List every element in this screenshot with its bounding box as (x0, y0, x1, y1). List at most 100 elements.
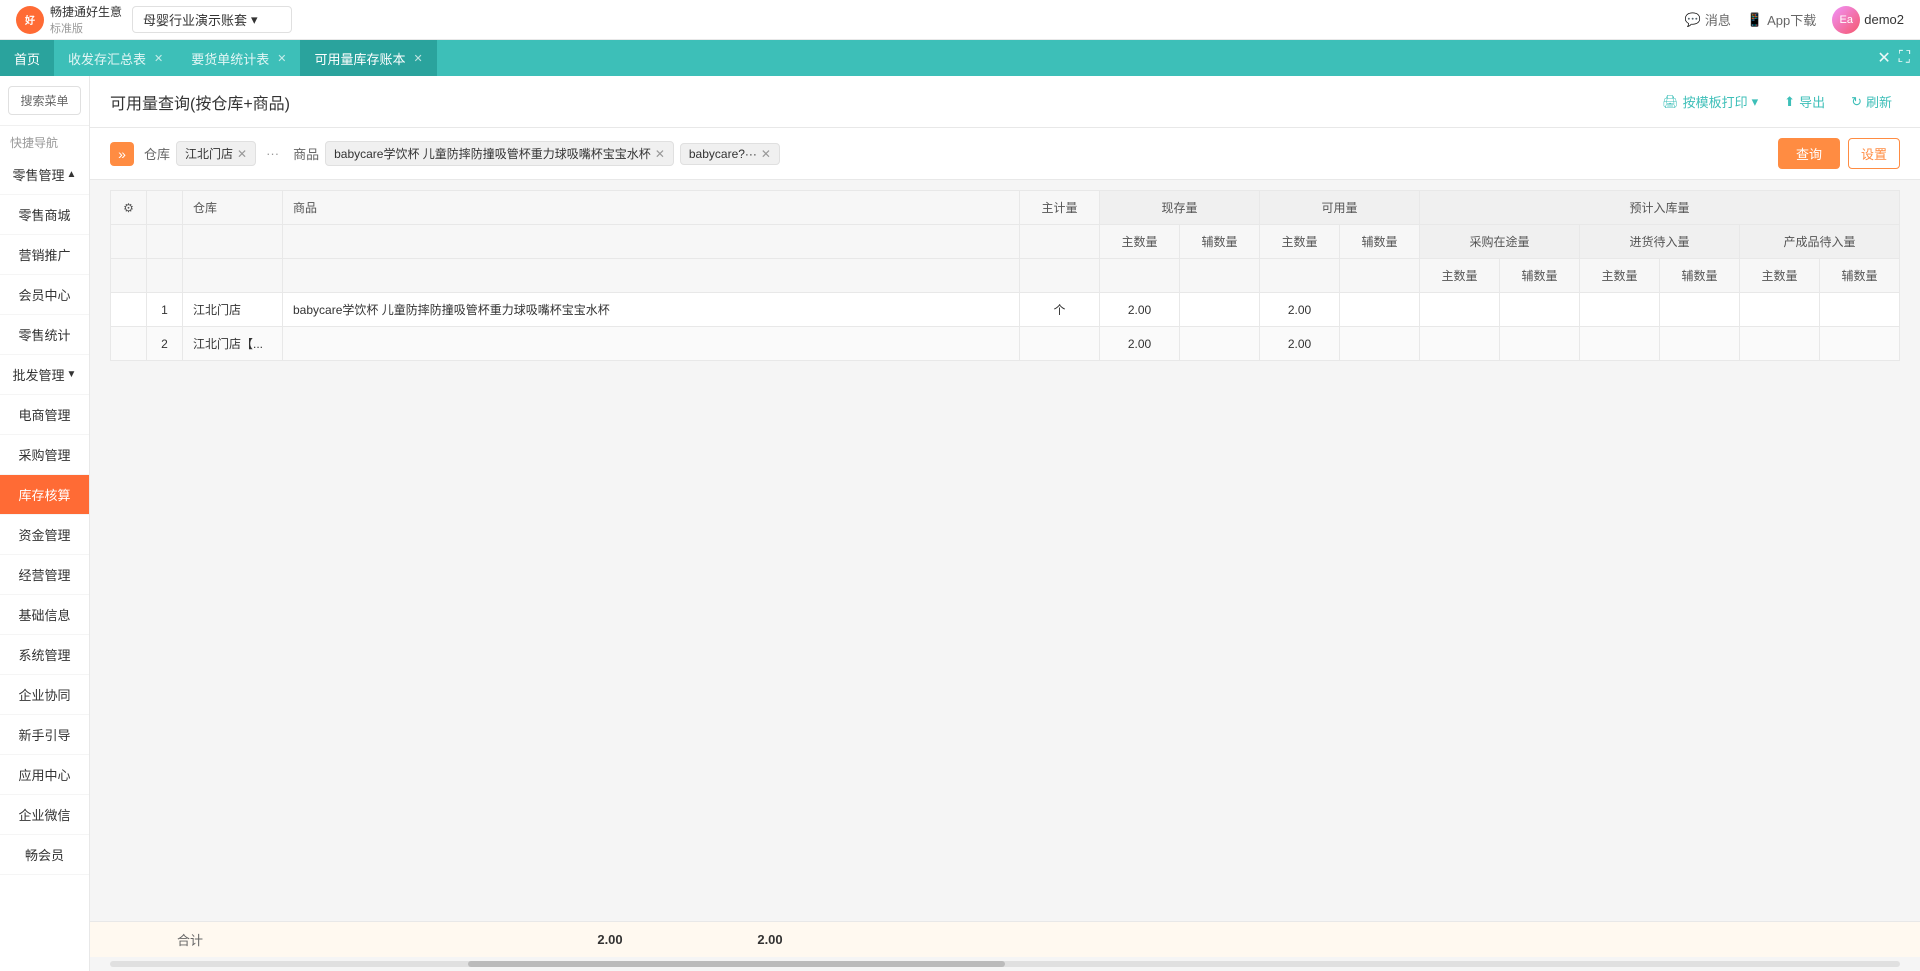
avatar: Ea (1832, 6, 1860, 34)
query-btn[interactable]: 查询 (1778, 138, 1840, 169)
app-download-label: App下载 (1767, 10, 1816, 29)
td-purchase-transit-main-1 (1420, 293, 1500, 327)
th-available-main-sub2 (1260, 259, 1340, 293)
footer-available-main: 2.00 (730, 932, 810, 947)
sidebar-item-stock-check[interactable]: 库存核算 (0, 475, 89, 515)
tab-bar-right: ✕ ⛶ (1877, 48, 1920, 68)
tab-receive-summary[interactable]: 收发存汇总表 ✕ (54, 40, 177, 76)
td-available-sub-1 (1340, 293, 1420, 327)
top-bar-left: 好 畅捷通好生意 标准版 母婴行业演示账套 ▾ (16, 3, 292, 36)
print-icon: 🖨 (1662, 94, 1679, 110)
sidebar-label-purchase-mgmt: 采购管理 (18, 445, 70, 464)
home-tab-label: 首页 (14, 49, 40, 68)
td-current-main-2: 2.00 (1100, 327, 1180, 361)
footer-available-main-value: 2.00 (757, 932, 782, 947)
th-product: 商品 (283, 191, 1020, 225)
sidebar-item-new-guide[interactable]: 新手引导 (0, 715, 89, 755)
app-download-action[interactable]: 📱 App下载 (1747, 10, 1816, 29)
tab-bar: 首页 收发存汇总表 ✕ 要货单统计表 ✕ 可用量库存账本 ✕ ✕ ⛶ (0, 40, 1920, 76)
sidebar-item-zero-sales-mgmt[interactable]: 零售管理 ▲ (0, 155, 89, 195)
content-area: 可用量查询(按仓库+商品) 🖨 按模板打印 ▾ ⬆ 导出 ↻ 刷新 » (90, 76, 1920, 971)
export-label: 导出 (1799, 92, 1825, 111)
td-main-unit-2 (1020, 327, 1100, 361)
th-settings-sub2 (111, 259, 147, 293)
td-production-sub-2 (1820, 327, 1900, 361)
sidebar-item-vip-member[interactable]: 畅会员 (0, 835, 89, 875)
sidebar-label-enterprise-collab: 企业协同 (18, 685, 70, 704)
th-available-group: 可用量 (1260, 191, 1420, 225)
product-tag1-close[interactable]: ✕ (655, 147, 665, 161)
tab-available-stock[interactable]: 可用量库存账本 ✕ (300, 40, 436, 76)
export-btn[interactable]: ⬆ 导出 (1776, 88, 1833, 115)
standard-badge: 标准版 (50, 20, 122, 36)
sidebar-label-enterprise-wechat: 企业微信 (18, 805, 70, 824)
th-settings-sub (111, 225, 147, 259)
sidebar-item-purchase-mgmt[interactable]: 采购管理 (0, 435, 89, 475)
tab-close-available-stock[interactable]: ✕ (414, 52, 423, 65)
sidebar-label-ecommerce-mgmt: 电商管理 (18, 405, 70, 424)
th-no-sub (147, 225, 183, 259)
td-current-sub-2 (1180, 327, 1260, 361)
sidebar-label-finance-mgmt: 资金管理 (18, 525, 70, 544)
warehouse-filter-tag: 江北门店 ✕ (176, 141, 256, 166)
td-purchase-transit-main-2 (1420, 327, 1500, 361)
tab-close-all-btn[interactable]: ✕ (1877, 48, 1890, 68)
setting-btn[interactable]: 设置 (1848, 138, 1900, 169)
message-action[interactable]: 💬 消息 (1685, 10, 1731, 29)
sidebar-item-enterprise-collab[interactable]: 企业协同 (0, 675, 89, 715)
sidebar-item-member-center[interactable]: 会员中心 (0, 275, 89, 315)
warehouse-filter-more[interactable]: ··· (262, 146, 283, 161)
sidebar-item-zero-sales-mall[interactable]: 零售商城 (0, 195, 89, 235)
th-settings[interactable]: ⚙ (111, 191, 147, 225)
sidebar-item-finance-mgmt[interactable]: 资金管理 (0, 515, 89, 555)
sidebar-item-app-center[interactable]: 应用中心 (0, 755, 89, 795)
sidebar-item-system-mgmt[interactable]: 系统管理 (0, 635, 89, 675)
chevron-down-icon: ▾ (251, 12, 258, 28)
tab-fullscreen-btn[interactable]: ⛶ (1899, 49, 1910, 67)
sidebar-item-base-info[interactable]: 基础信息 (0, 595, 89, 635)
user-action[interactable]: Ea demo2 (1832, 6, 1904, 34)
tab-order-stats[interactable]: 要货单统计表 ✕ (177, 40, 300, 76)
sidebar-item-ecommerce-mgmt[interactable]: 电商管理 (0, 395, 89, 435)
sidebar-item-ops-mgmt[interactable]: 经营管理 (0, 555, 89, 595)
footer-current-main: 2.00 (570, 932, 650, 947)
tab-home[interactable]: 首页 (0, 40, 54, 76)
th-incoming-main: 主数量 (1580, 259, 1660, 293)
refresh-btn[interactable]: ↻ 刷新 (1843, 88, 1900, 115)
td-current-main-1: 2.00 (1100, 293, 1180, 327)
td-incoming-main-1 (1580, 293, 1660, 327)
sidebar-item-enterprise-wechat[interactable]: 企业微信 (0, 795, 89, 835)
sidebar-item-zero-sales-stats[interactable]: 零售统计 (0, 315, 89, 355)
warehouse-tag-close[interactable]: ✕ (237, 147, 247, 161)
tab-close-receive-summary[interactable]: ✕ (154, 52, 163, 65)
th-current-sub-sub2 (1180, 259, 1260, 293)
sidebar-label-vip-member: 畅会员 (25, 845, 64, 864)
top-bar-right: 💬 消息 📱 App下载 Ea demo2 (1685, 6, 1904, 34)
td-purchase-transit-sub-1 (1500, 293, 1580, 327)
template-print-btn[interactable]: 🖨 按模板打印 ▾ (1654, 88, 1766, 115)
product-tag2-value: babycare?··· (689, 147, 757, 161)
th-available-sub: 辅数量 (1340, 225, 1420, 259)
available-stock-label: 可用量库存账本 (314, 49, 405, 68)
th-available-sub-sub2 (1340, 259, 1420, 293)
tab-close-order-stats[interactable]: ✕ (277, 52, 286, 65)
sidebar-item-marketing[interactable]: 营销推广 (0, 235, 89, 275)
td-incoming-main-2 (1580, 327, 1660, 361)
search-menu-btn[interactable]: 搜索菜单 (8, 86, 81, 115)
scrollbar-thumb[interactable] (468, 961, 1005, 967)
page-title: 可用量查询(按仓库+商品) (110, 90, 290, 114)
th-incoming-group: 进货待入量 (1580, 225, 1740, 259)
th-current-main-sub2 (1100, 259, 1180, 293)
warehouse-filter-label: 仓库 (144, 144, 170, 163)
product-tag2-close[interactable]: ✕ (761, 147, 771, 161)
sidebar-item-wholesale-mgmt[interactable]: 批发管理 ▼ (0, 355, 89, 395)
filter-toggle-btn[interactable]: » (110, 142, 134, 166)
order-stats-label: 要货单统计表 (191, 49, 269, 68)
org-selector[interactable]: 母婴行业演示账套 ▾ (132, 6, 292, 33)
horizontal-scrollbar[interactable] (110, 961, 1900, 967)
td-product-2 (283, 327, 1020, 361)
th-forecast-inbound-group: 预计入库量 (1420, 191, 1900, 225)
th-warehouse-sub2 (183, 259, 283, 293)
td-warehouse-2: 江北门店【... (183, 327, 283, 361)
sidebar-label-zero-sales-mall: 零售商城 (18, 205, 70, 224)
